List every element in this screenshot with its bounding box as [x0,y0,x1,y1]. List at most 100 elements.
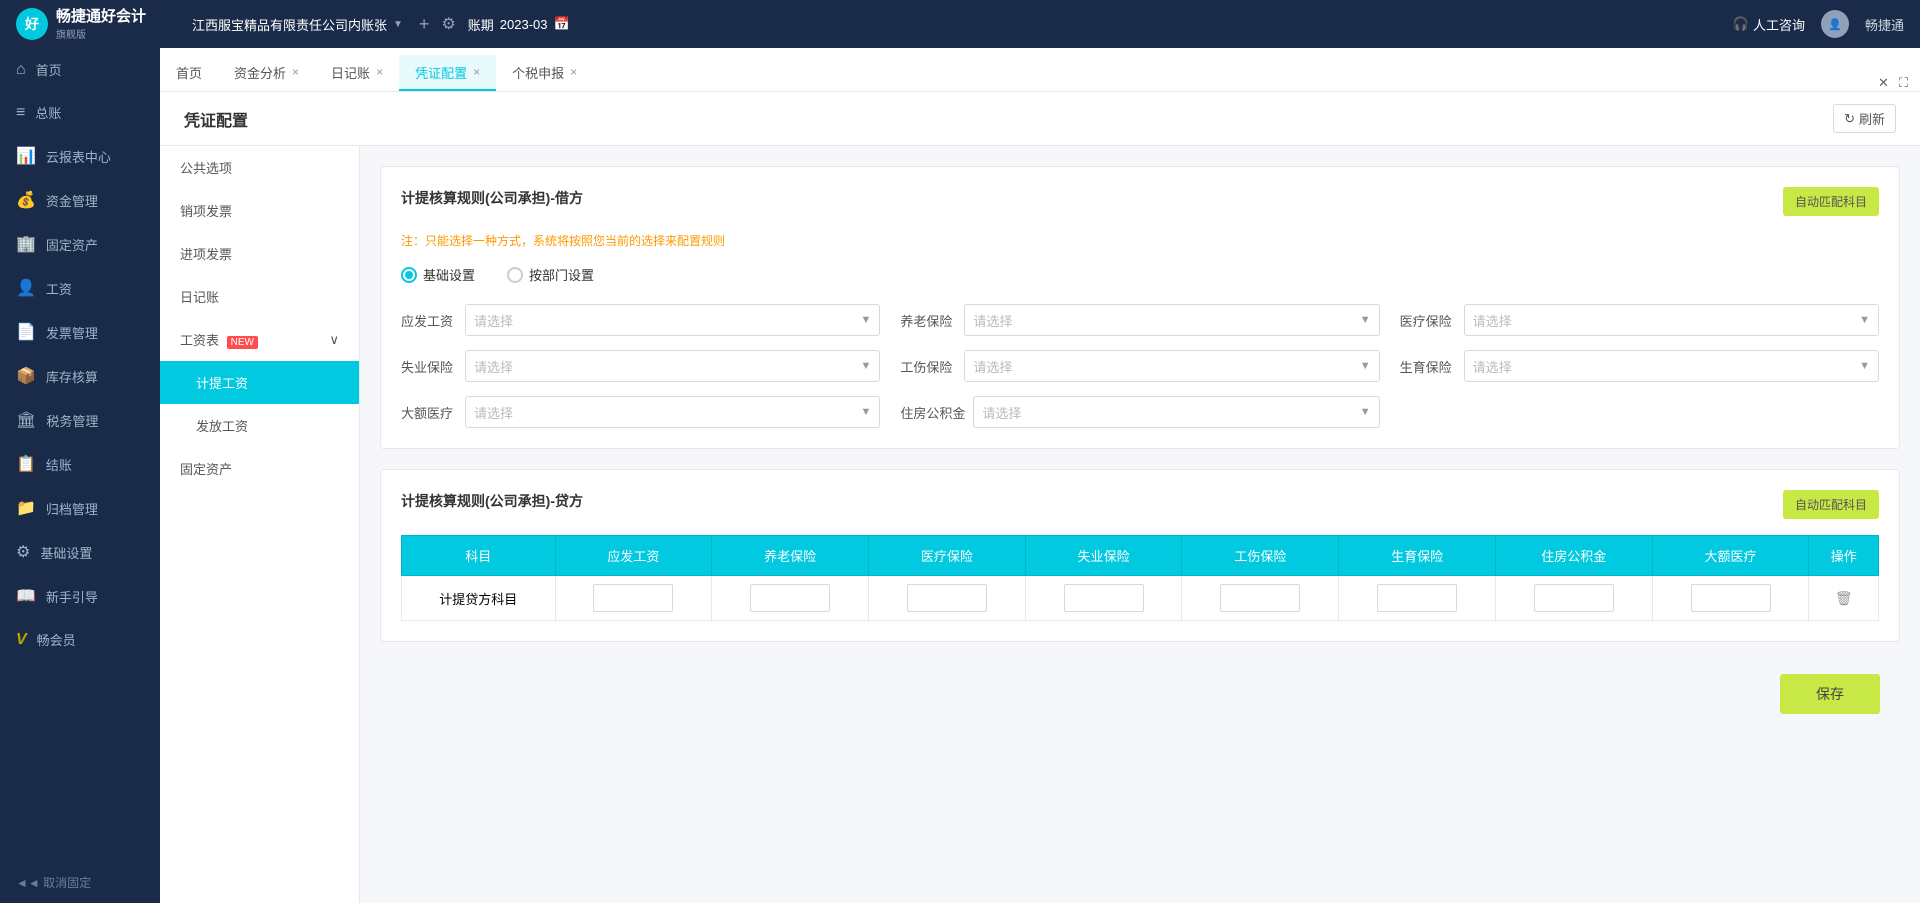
select-shengyu-placeholder: 请选择 [1473,357,1512,376]
top-header: 好 畅捷通好会计 旗舰版 江西服宝精品有限责任公司内账张 ▼ + ⚙ 账期 20… [0,0,1920,48]
select-gongjijin[interactable]: 请选择 ▼ [973,396,1379,428]
label-shiye: 失业保险 [401,357,457,376]
left-nav-fixed-assets[interactable]: 固定资产 [160,447,359,490]
delete-row-icon[interactable]: 🗑 [1835,590,1853,606]
cell-gongjijin[interactable] [1495,576,1652,621]
sidebar-item-guide[interactable]: 📖 新手引导 [0,574,160,618]
label-gongjijin: 住房公积金 [900,403,965,422]
select-yanglao-placeholder: 请选择 [973,311,1012,330]
left-nav-accrue-salary[interactable]: 计提工资 [160,361,359,404]
invoice-icon: 📄 [16,322,36,342]
sidebar-item-invoice[interactable]: 📄 发票管理 [0,310,160,354]
credit-section-title: 计提核算规则(公司承担)-贷方 [401,491,583,511]
credit-auto-match-button[interactable]: 自动匹配科目 [1783,490,1879,519]
main-content: 计提核算规则(公司承担)-借方 自动匹配科目 注：只能选择一种方式，系统将按照您… [360,146,1920,903]
tab-tax-declaration[interactable]: 个税申报 × [496,55,593,91]
input-yanglao[interactable] [750,584,830,612]
sidebar-item-assets[interactable]: 🏢 固定资产 [0,222,160,266]
left-nav-pay-salary[interactable]: 发放工资 [160,404,359,447]
select-yingfa-placeholder: 请选择 [474,311,513,330]
sidebar-item-member[interactable]: V 畅会员 [0,618,160,661]
support-button[interactable]: 🎧 人工咨询 [1733,15,1805,34]
tab-close-all-icon[interactable]: ✕ [1878,75,1889,91]
select-gongshang-placeholder: 请选择 [973,357,1012,376]
select-yiliao[interactable]: 请选择 ▼ [1464,304,1879,336]
sidebar-item-home[interactable]: ⌂ 首页 [0,48,160,91]
tab-journal-close[interactable]: × [376,65,383,79]
cell-yingfa[interactable] [555,576,712,621]
cell-yanglao[interactable] [712,576,869,621]
sidebar-item-archive[interactable]: 📁 归档管理 [0,486,160,530]
cell-yiliao[interactable] [869,576,1026,621]
input-shiye[interactable] [1064,584,1144,612]
debit-auto-match-button[interactable]: 自动匹配科目 [1783,187,1879,216]
sidebar-item-closing[interactable]: 📋 结账 [0,442,160,486]
company-arrow-icon[interactable]: ▼ [393,19,403,30]
refresh-button[interactable]: ↻ 刷新 [1833,104,1896,133]
sidebar-item-funds[interactable]: 💰 资金管理 [0,178,160,222]
cell-subject-label: 计提贷方科目 [402,576,556,621]
left-nav-journal[interactable]: 日记账 [160,275,359,318]
left-nav-sales-invoice[interactable]: 销项发票 [160,189,359,232]
label-yanglao: 养老保险 [900,311,956,330]
label-dae: 大额医疗 [401,403,457,422]
cell-dae[interactable] [1652,576,1809,621]
sidebar-item-settings[interactable]: ⚙ 基础设置 [0,530,160,574]
input-dae[interactable] [1691,584,1771,612]
col-yingfa: 应发工资 [555,536,712,576]
form-item-dae: 大额医疗 请选择 ▼ [401,396,880,428]
debit-section-title: 计提核算规则(公司承担)-借方 [401,188,583,208]
tab-fund-analysis[interactable]: 资金分析 × [218,55,315,91]
header-company[interactable]: 江西服宝精品有限责任公司内账张 ▼ [192,15,403,34]
left-nav-purchase-invoice[interactable]: 进项发票 [160,232,359,275]
cell-shengyu[interactable] [1339,576,1496,621]
input-yiliao[interactable] [907,584,987,612]
tab-expand-icon[interactable]: ⛶ [1899,75,1908,91]
settings-icon[interactable]: ⚙ [441,14,455,34]
cell-shiye[interactable] [1025,576,1182,621]
select-dae-arrow: ▼ [860,406,871,418]
col-subject: 科目 [402,536,556,576]
select-yingfa[interactable]: 请选择 ▼ [465,304,880,336]
save-button[interactable]: 保存 [1780,674,1880,714]
radio-dept-setting[interactable]: 按部门设置 [507,265,594,284]
support-label: 人工咨询 [1753,15,1805,34]
calendar-icon[interactable]: 📅 [554,16,570,32]
cell-action[interactable]: 🗑 [1809,576,1879,621]
select-yanglao-arrow: ▼ [1360,314,1371,326]
sidebar-label-salary: 工资 [46,279,72,298]
input-gongshang[interactable] [1220,584,1300,612]
tab-voucher-config-close[interactable]: × [473,65,480,79]
sidebar-item-ledger[interactable]: ≡ 总账 [0,91,160,134]
sidebar-item-tax[interactable]: 🏛 税务管理 [0,398,160,442]
select-yiliao-placeholder: 请选择 [1473,311,1512,330]
sidebar-item-inventory[interactable]: 📦 库存核算 [0,354,160,398]
sidebar-item-salary[interactable]: 👤 工资 [0,266,160,310]
sidebar: ⌂ 首页 ≡ 总账 📊 云报表中心 💰 资金管理 🏢 固定资产 👤 工资 📄 发… [0,48,160,903]
tab-voucher-config[interactable]: 凭证配置 × [399,55,496,91]
select-shengyu[interactable]: 请选择 ▼ [1464,350,1879,382]
sidebar-unpin-button[interactable]: ◄◄ 取消固定 [0,862,160,903]
tab-fund-analysis-close[interactable]: × [292,65,299,79]
input-yingfa[interactable] [593,584,673,612]
left-nav-salary-table[interactable]: 工资表 NEW ∨ [160,318,359,361]
sidebar-item-reports[interactable]: 📊 云报表中心 [0,134,160,178]
input-gongjijin[interactable] [1534,584,1614,612]
col-action: 操作 [1809,536,1879,576]
salary-table-label: 工资表 NEW [180,330,258,349]
select-shiye[interactable]: 请选择 ▼ [465,350,880,382]
select-dae[interactable]: 请选择 ▼ [465,396,880,428]
radio-basic-setting[interactable]: 基础设置 [401,265,475,284]
page-header: 凭证配置 ↻ 刷新 [160,92,1920,146]
add-tab-button[interactable]: + [419,14,430,35]
tab-journal[interactable]: 日记账 × [315,55,399,91]
input-shengyu[interactable] [1377,584,1457,612]
cell-gongshang[interactable] [1182,576,1339,621]
reports-icon: 📊 [16,146,36,166]
select-yanglao[interactable]: 请选择 ▼ [964,304,1379,336]
left-nav-public[interactable]: 公共选项 [160,146,359,189]
tab-home[interactable]: 首页 [160,55,218,91]
avatar[interactable]: 👤 [1821,10,1849,38]
select-gongshang[interactable]: 请选择 ▼ [964,350,1379,382]
tab-tax-declaration-close[interactable]: × [570,65,577,79]
